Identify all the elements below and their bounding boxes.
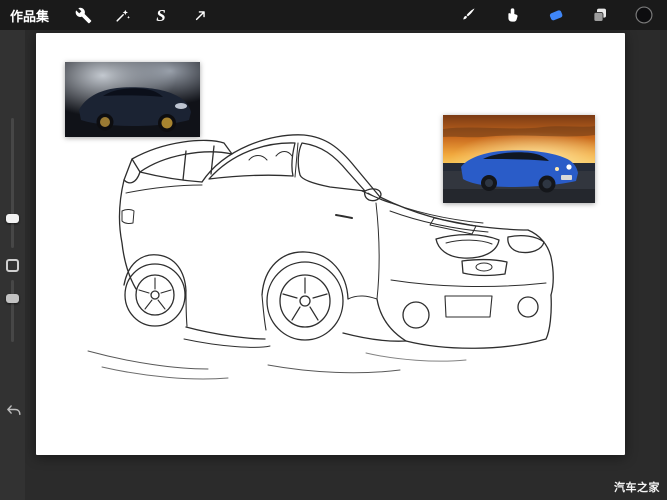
- actions-button[interactable]: [70, 2, 96, 28]
- undo-arrow-icon: [4, 402, 23, 421]
- transform-arrow-icon: [192, 7, 209, 24]
- brush-size-slider[interactable]: [11, 118, 14, 248]
- topbar: 作品集 S: [0, 0, 667, 30]
- adjustments-button[interactable]: [109, 2, 135, 28]
- layers-icon: [591, 6, 609, 24]
- modify-button[interactable]: [6, 259, 19, 272]
- wrench-icon: [75, 7, 92, 24]
- opacity-slider[interactable]: [11, 280, 14, 342]
- topbar-right-tools: [455, 2, 657, 28]
- layers-button[interactable]: [587, 2, 613, 28]
- smudge-icon: [503, 6, 521, 24]
- smudge-tool-button[interactable]: [499, 2, 525, 28]
- reference-photo-dark-impreza: [65, 62, 200, 137]
- selection-s-icon: S: [156, 7, 165, 24]
- drawing-canvas[interactable]: [36, 33, 625, 455]
- topbar-left-tools: 作品集 S: [10, 2, 213, 28]
- sidebar: [0, 30, 25, 500]
- brush-size-handle[interactable]: [6, 214, 19, 223]
- color-button[interactable]: [631, 2, 657, 28]
- erase-tool-button[interactable]: [543, 2, 569, 28]
- selection-button[interactable]: S: [148, 2, 174, 28]
- reference-photo-blue-impreza: [443, 115, 595, 203]
- procreate-app: 作品集 S: [0, 0, 667, 500]
- gallery-button[interactable]: 作品集: [10, 6, 49, 25]
- color-circle-icon: [634, 5, 654, 25]
- brush-icon: [459, 6, 477, 24]
- paint-tool-button[interactable]: [455, 2, 481, 28]
- magic-wand-icon: [114, 7, 131, 24]
- eraser-icon: [546, 6, 566, 24]
- undo-button[interactable]: [3, 402, 23, 422]
- watermark: 汽车之家: [614, 479, 660, 495]
- transform-button[interactable]: [187, 2, 213, 28]
- opacity-handle[interactable]: [6, 294, 19, 303]
